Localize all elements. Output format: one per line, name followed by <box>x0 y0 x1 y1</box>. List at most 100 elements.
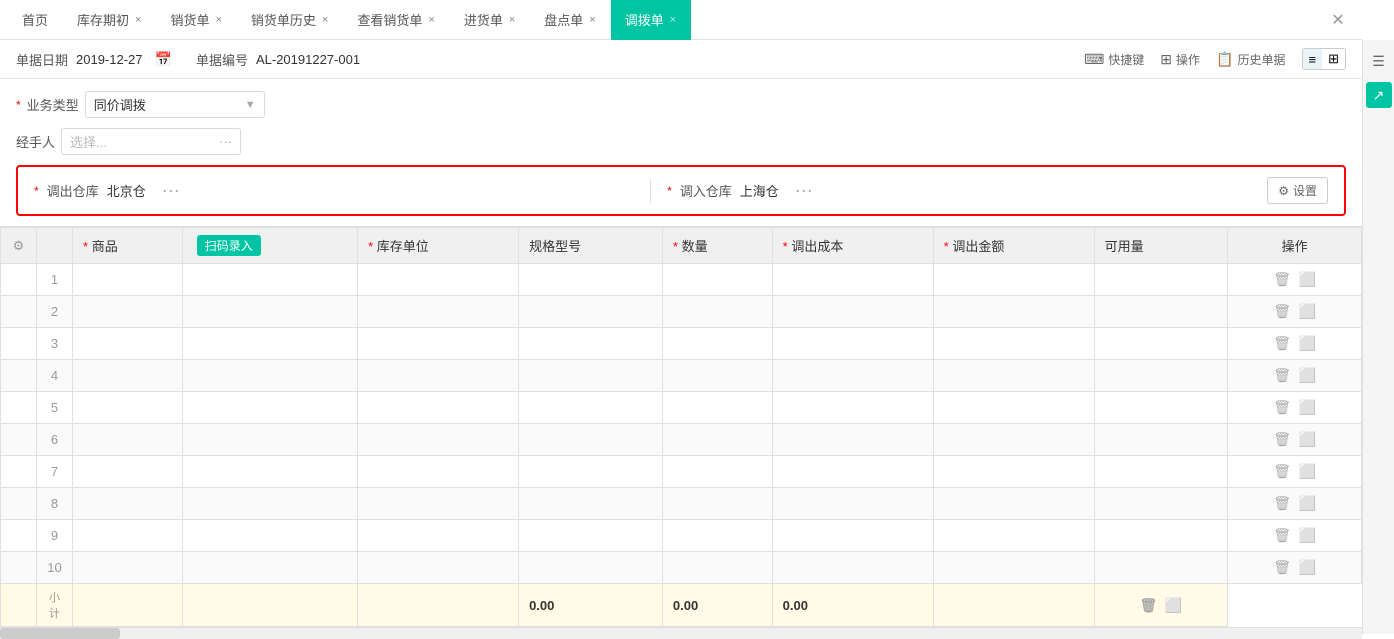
tab-close-inventory-init[interactable]: × <box>135 14 141 26</box>
delete-icon-11[interactable]: 🗑 <box>1140 597 1158 613</box>
row-cost-4[interactable] <box>772 360 933 392</box>
row-amount-5[interactable] <box>933 392 1094 424</box>
row-cost-9[interactable] <box>772 520 933 552</box>
row-spec-8[interactable] <box>519 488 663 520</box>
row-cost-10[interactable] <box>772 552 933 584</box>
row-product-3[interactable] <box>73 328 183 360</box>
row-product-1[interactable] <box>73 264 183 296</box>
copy-icon-2[interactable]: ⬜ <box>1299 303 1316 319</box>
delete-icon-10[interactable]: 🗑 <box>1273 559 1291 575</box>
horizontal-scrollbar[interactable] <box>0 627 1362 639</box>
row-spec-6[interactable] <box>519 424 663 456</box>
row-amount-10[interactable] <box>933 552 1094 584</box>
delete-icon-1[interactable]: 🗑 <box>1273 271 1291 287</box>
row-unit-9[interactable] <box>358 520 519 552</box>
row-qty-7[interactable] <box>662 456 772 488</box>
row-product-11[interactable] <box>73 584 183 627</box>
scan-button[interactable]: 扫码录入 <box>197 235 261 256</box>
delete-icon-5[interactable]: 🗑 <box>1273 399 1291 415</box>
row-cost-5[interactable] <box>772 392 933 424</box>
row-unit-6[interactable] <box>358 424 519 456</box>
right-panel-list-btn[interactable]: ☰ <box>1366 48 1392 74</box>
row-unit-7[interactable] <box>358 456 519 488</box>
tab-view-sales[interactable]: 查看销货单 × <box>343 0 449 40</box>
row-product-5[interactable] <box>73 392 183 424</box>
row-amount-9[interactable] <box>933 520 1094 552</box>
tab-close-transfer[interactable]: × <box>670 14 676 26</box>
row-unit-5[interactable] <box>358 392 519 424</box>
row-product-7[interactable] <box>73 456 183 488</box>
copy-icon-5[interactable]: ⬜ <box>1299 399 1316 415</box>
row-product-8[interactable] <box>73 488 183 520</box>
settings-button[interactable]: ⚙ 设置 <box>1267 177 1328 204</box>
row-qty-1[interactable] <box>662 264 772 296</box>
handler-more-icon[interactable]: ··· <box>219 134 232 149</box>
row-spec-3[interactable] <box>519 328 663 360</box>
row-unit-4[interactable] <box>358 360 519 392</box>
row-amount-2[interactable] <box>933 296 1094 328</box>
delete-icon-3[interactable]: 🗑 <box>1273 335 1291 351</box>
delete-icon-9[interactable]: 🗑 <box>1273 527 1291 543</box>
row-unit-2[interactable] <box>358 296 519 328</box>
delete-icon-8[interactable]: 🗑 <box>1273 495 1291 511</box>
copy-icon-6[interactable]: ⬜ <box>1299 431 1316 447</box>
row-amount-8[interactable] <box>933 488 1094 520</box>
warehouse-out-more-icon[interactable]: ··· <box>162 180 180 201</box>
tab-transfer[interactable]: 调拨单 × <box>611 0 691 40</box>
tab-inventory-init[interactable]: 库存期初 × <box>63 0 156 40</box>
operation-action[interactable]: ⊞ 操作 <box>1160 51 1200 68</box>
row-qty-3[interactable] <box>662 328 772 360</box>
tab-close-purchase[interactable]: × <box>509 14 515 26</box>
copy-icon-7[interactable]: ⬜ <box>1299 463 1316 479</box>
shortcut-action[interactable]: ⌨ 快捷键 <box>1084 51 1144 68</box>
row-qty-4[interactable] <box>662 360 772 392</box>
warehouse-in-more-icon[interactable]: ··· <box>795 180 813 201</box>
row-qty-9[interactable] <box>662 520 772 552</box>
row-cost-1[interactable] <box>772 264 933 296</box>
list-view-btn[interactable]: ≡ <box>1303 49 1323 69</box>
row-unit-10[interactable] <box>358 552 519 584</box>
row-product-2[interactable] <box>73 296 183 328</box>
delete-icon-4[interactable]: 🗑 <box>1273 367 1291 383</box>
row-cost-7[interactable] <box>772 456 933 488</box>
row-cost-8[interactable] <box>772 488 933 520</box>
row-product-4[interactable] <box>73 360 183 392</box>
row-amount-3[interactable] <box>933 328 1094 360</box>
delete-icon-2[interactable]: 🗑 <box>1273 303 1291 319</box>
row-unit-8[interactable] <box>358 488 519 520</box>
tab-inventory-check[interactable]: 盘点单 × <box>530 0 610 40</box>
row-spec-2[interactable] <box>519 296 663 328</box>
row-spec-10[interactable] <box>519 552 663 584</box>
row-amount-6[interactable] <box>933 424 1094 456</box>
row-amount-7[interactable] <box>933 456 1094 488</box>
right-panel-export-btn[interactable]: ↗ <box>1366 82 1392 108</box>
tab-sales-order[interactable]: 销货单 × <box>156 0 236 40</box>
handler-select[interactable]: 选择... ··· <box>61 128 241 155</box>
row-product-9[interactable] <box>73 520 183 552</box>
history-action[interactable]: 📋 历史单据 <box>1216 51 1285 68</box>
row-amount-4[interactable] <box>933 360 1094 392</box>
copy-icon-8[interactable]: ⬜ <box>1299 495 1316 511</box>
row-unit-1[interactable] <box>358 264 519 296</box>
tab-close-sales-order[interactable]: × <box>215 14 221 26</box>
row-product-6[interactable] <box>73 424 183 456</box>
calendar-icon[interactable]: 📅 <box>155 51 172 68</box>
row-product-10[interactable] <box>73 552 183 584</box>
copy-icon-11[interactable]: ⬜ <box>1165 597 1182 613</box>
row-qty-8[interactable] <box>662 488 772 520</box>
tab-purchase[interactable]: 进货单 × <box>450 0 530 40</box>
copy-icon-10[interactable]: ⬜ <box>1299 559 1316 575</box>
delete-icon-6[interactable]: 🗑 <box>1273 431 1291 447</box>
row-spec-9[interactable] <box>519 520 663 552</box>
row-qty-2[interactable] <box>662 296 772 328</box>
row-spec-4[interactable] <box>519 360 663 392</box>
row-cost-2[interactable] <box>772 296 933 328</box>
row-cost-3[interactable] <box>772 328 933 360</box>
tab-home[interactable]: 首页 <box>8 0 63 40</box>
tab-close-sales-history[interactable]: × <box>322 14 328 26</box>
copy-icon-1[interactable]: ⬜ <box>1299 271 1316 287</box>
row-unit-3[interactable] <box>358 328 519 360</box>
row-amount-1[interactable] <box>933 264 1094 296</box>
copy-icon-3[interactable]: ⬜ <box>1299 335 1316 351</box>
delete-icon-7[interactable]: 🗑 <box>1273 463 1291 479</box>
